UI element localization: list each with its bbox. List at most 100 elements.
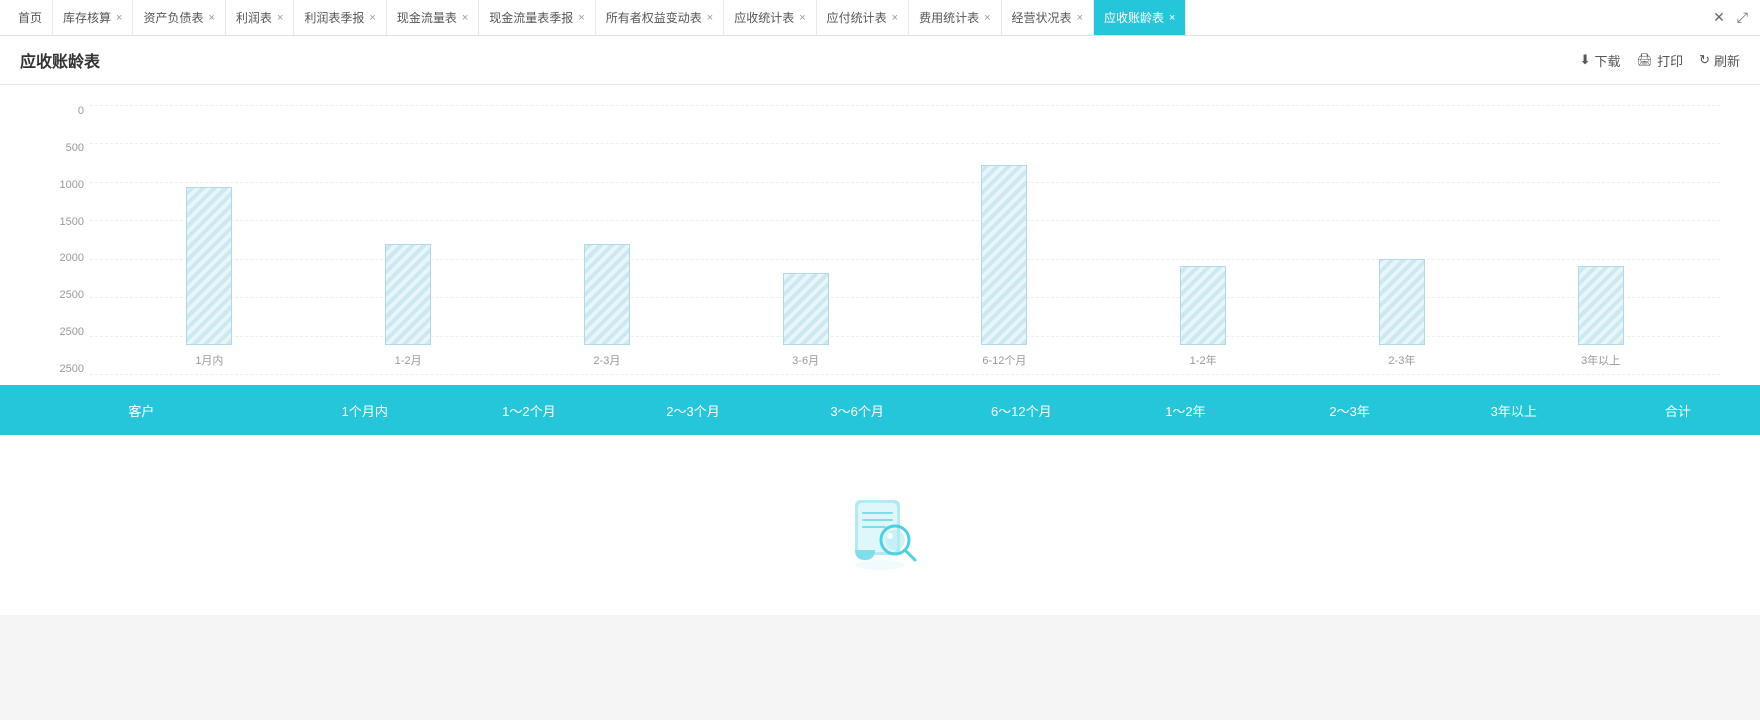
chart-bar xyxy=(584,244,630,345)
page-header: 应收账龄表 ⬇ 下载 🖨 打印 ↻ 刷新 xyxy=(0,36,1760,85)
chart-bar xyxy=(385,244,431,345)
bar-group xyxy=(981,105,1027,345)
tab-balance-sheet[interactable]: 资产负债表 × xyxy=(133,0,225,36)
tab-close-receivable-aging[interactable]: × xyxy=(1169,12,1175,24)
table-header-year2to3: 2～3年 xyxy=(1268,401,1432,420)
tab-close-profit[interactable]: × xyxy=(277,12,283,24)
table-header-month2to3: 2～3个月 xyxy=(611,401,775,420)
tab-label-receivable-stat: 应收统计表 xyxy=(734,9,794,26)
tab-payable-stat[interactable]: 应付统计表 × xyxy=(817,0,909,36)
tab-receivable-aging[interactable]: 应收账龄表 × xyxy=(1094,0,1186,36)
tab-operation[interactable]: 经营状况表 × xyxy=(1002,0,1094,36)
x-label: 1月内 xyxy=(110,345,309,375)
x-label: 3-6月 xyxy=(706,345,905,375)
bar-group xyxy=(186,105,232,345)
chart-area: 2500250025002000150010005000 1月内1-2月2-3月… xyxy=(0,85,1760,385)
refresh-label: 刷新 xyxy=(1714,51,1740,70)
bar-group xyxy=(385,105,431,345)
tab-profit-quarterly[interactable]: 利润表季报 × xyxy=(294,0,386,36)
x-label: 6-12个月 xyxy=(905,345,1104,375)
tab-label-expense-stat: 费用统计表 xyxy=(919,9,979,26)
print-icon: 🖨 xyxy=(1637,52,1654,68)
print-button[interactable]: 🖨 打印 xyxy=(1637,51,1684,70)
tab-cashflow[interactable]: 现金流量表 × xyxy=(387,0,479,36)
chart-bar xyxy=(1578,266,1624,345)
bar-group xyxy=(584,105,630,345)
tab-label-equity: 所有者权益变动表 xyxy=(606,9,702,26)
tab-close-cashflow-quarterly[interactable]: × xyxy=(578,12,584,24)
empty-state-icon xyxy=(830,475,930,575)
tab-close-profit-quarterly[interactable]: × xyxy=(369,12,375,24)
tab-close-expense-stat[interactable]: × xyxy=(984,12,990,24)
refresh-icon: ↻ xyxy=(1699,52,1710,68)
tab-label-receivable-aging: 应收账龄表 xyxy=(1104,9,1164,26)
empty-state xyxy=(0,435,1760,615)
tab-close-cashflow[interactable]: × xyxy=(462,12,468,24)
tab-label-cashflow: 现金流量表 xyxy=(397,9,457,26)
y-label: 1500 xyxy=(60,216,84,228)
tab-label-operation: 经营状况表 xyxy=(1012,9,1072,26)
x-label: 2-3年 xyxy=(1303,345,1502,375)
close-window-button[interactable]: ✕ xyxy=(1709,5,1729,30)
maximize-window-button[interactable]: ⤢ xyxy=(1733,5,1752,30)
tab-label-profit-quarterly: 利润表季报 xyxy=(304,9,364,26)
tab-label-inventory: 库存核算 xyxy=(63,9,111,26)
x-label: 2-3月 xyxy=(508,345,707,375)
bar-group xyxy=(1578,105,1624,345)
tab-close-equity[interactable]: × xyxy=(707,12,713,24)
tab-close-payable-stat[interactable]: × xyxy=(892,12,898,24)
page-title: 应收账龄表 xyxy=(20,48,100,72)
refresh-button[interactable]: ↻ 刷新 xyxy=(1699,51,1740,70)
header-actions: ⬇ 下载 🖨 打印 ↻ 刷新 xyxy=(1580,51,1740,70)
tab-bar: 首页库存核算×资产负债表×利润表×利润表季报×现金流量表×现金流量表季报×所有者… xyxy=(0,0,1760,36)
y-label: 0 xyxy=(78,105,84,117)
table-header-month6to12: 6～12个月 xyxy=(939,401,1103,420)
y-label: 1000 xyxy=(60,179,84,191)
tab-label-home: 首页 xyxy=(18,9,42,26)
tab-equity[interactable]: 所有者权益变动表 × xyxy=(596,0,724,36)
tab-expense-stat[interactable]: 费用统计表 × xyxy=(909,0,1001,36)
tab-profit[interactable]: 利润表 × xyxy=(226,0,294,36)
download-icon: ⬇ xyxy=(1580,52,1591,68)
tab-label-cashflow-quarterly: 现金流量表季报 xyxy=(489,9,573,26)
chart-bar xyxy=(783,273,829,345)
tab-close-operation[interactable]: × xyxy=(1077,12,1083,24)
table-header-month3to6: 3～6个月 xyxy=(775,401,939,420)
table-header-customer: 客户 xyxy=(0,401,283,420)
x-label: 3年以上 xyxy=(1501,345,1700,375)
table-section: 客户1个月内1～2个月2～3个月3～6个月6～12个月1～2年2～3年3年以上合… xyxy=(0,385,1760,435)
download-label: 下载 xyxy=(1595,51,1621,70)
tab-label-payable-stat: 应付统计表 xyxy=(827,9,887,26)
table-header-month1to2: 1～2个月 xyxy=(447,401,611,420)
tab-home[interactable]: 首页 xyxy=(8,0,53,36)
table-header: 客户1个月内1～2个月2～3个月3～6个月6～12个月1～2年2～3年3年以上合… xyxy=(0,385,1760,435)
table-header-year3plus: 3年以上 xyxy=(1432,401,1596,420)
tab-receivable-stat[interactable]: 应收统计表 × xyxy=(724,0,816,36)
tab-cashflow-quarterly[interactable]: 现金流量表季报 × xyxy=(479,0,595,36)
tab-close-inventory[interactable]: × xyxy=(116,12,122,24)
y-label: 2500 xyxy=(60,363,84,375)
tab-label-profit: 利润表 xyxy=(236,9,272,26)
tab-inventory[interactable]: 库存核算 × xyxy=(53,0,133,36)
y-label: 500 xyxy=(66,142,84,154)
chart-bar xyxy=(1180,266,1226,345)
tab-label-balance-sheet: 资产负债表 xyxy=(143,9,203,26)
table-header-year1to2: 1～2年 xyxy=(1103,401,1267,420)
x-label: 1-2年 xyxy=(1104,345,1303,375)
print-label: 打印 xyxy=(1657,51,1683,70)
tab-close-balance-sheet[interactable]: × xyxy=(208,12,214,24)
bar-group xyxy=(1379,105,1425,345)
chart-bar xyxy=(1379,259,1425,345)
table-header-month1: 1个月内 xyxy=(283,401,447,420)
y-label: 2500 xyxy=(60,289,84,301)
chart-bar xyxy=(981,165,1027,345)
table-header-total: 合计 xyxy=(1596,401,1760,420)
main-content: 2500250025002000150010005000 1月内1-2月2-3月… xyxy=(0,85,1760,615)
window-actions: ✕ ⤢ xyxy=(1709,5,1752,30)
y-label: 2500 xyxy=(60,326,84,338)
tab-close-receivable-stat[interactable]: × xyxy=(799,12,805,24)
y-axis: 2500 2500 2500 2000 1500 1000 500 0 xyxy=(40,105,90,375)
chart-bar xyxy=(186,187,232,345)
y-label: 2000 xyxy=(60,252,84,264)
download-button[interactable]: ⬇ 下载 xyxy=(1580,51,1621,70)
